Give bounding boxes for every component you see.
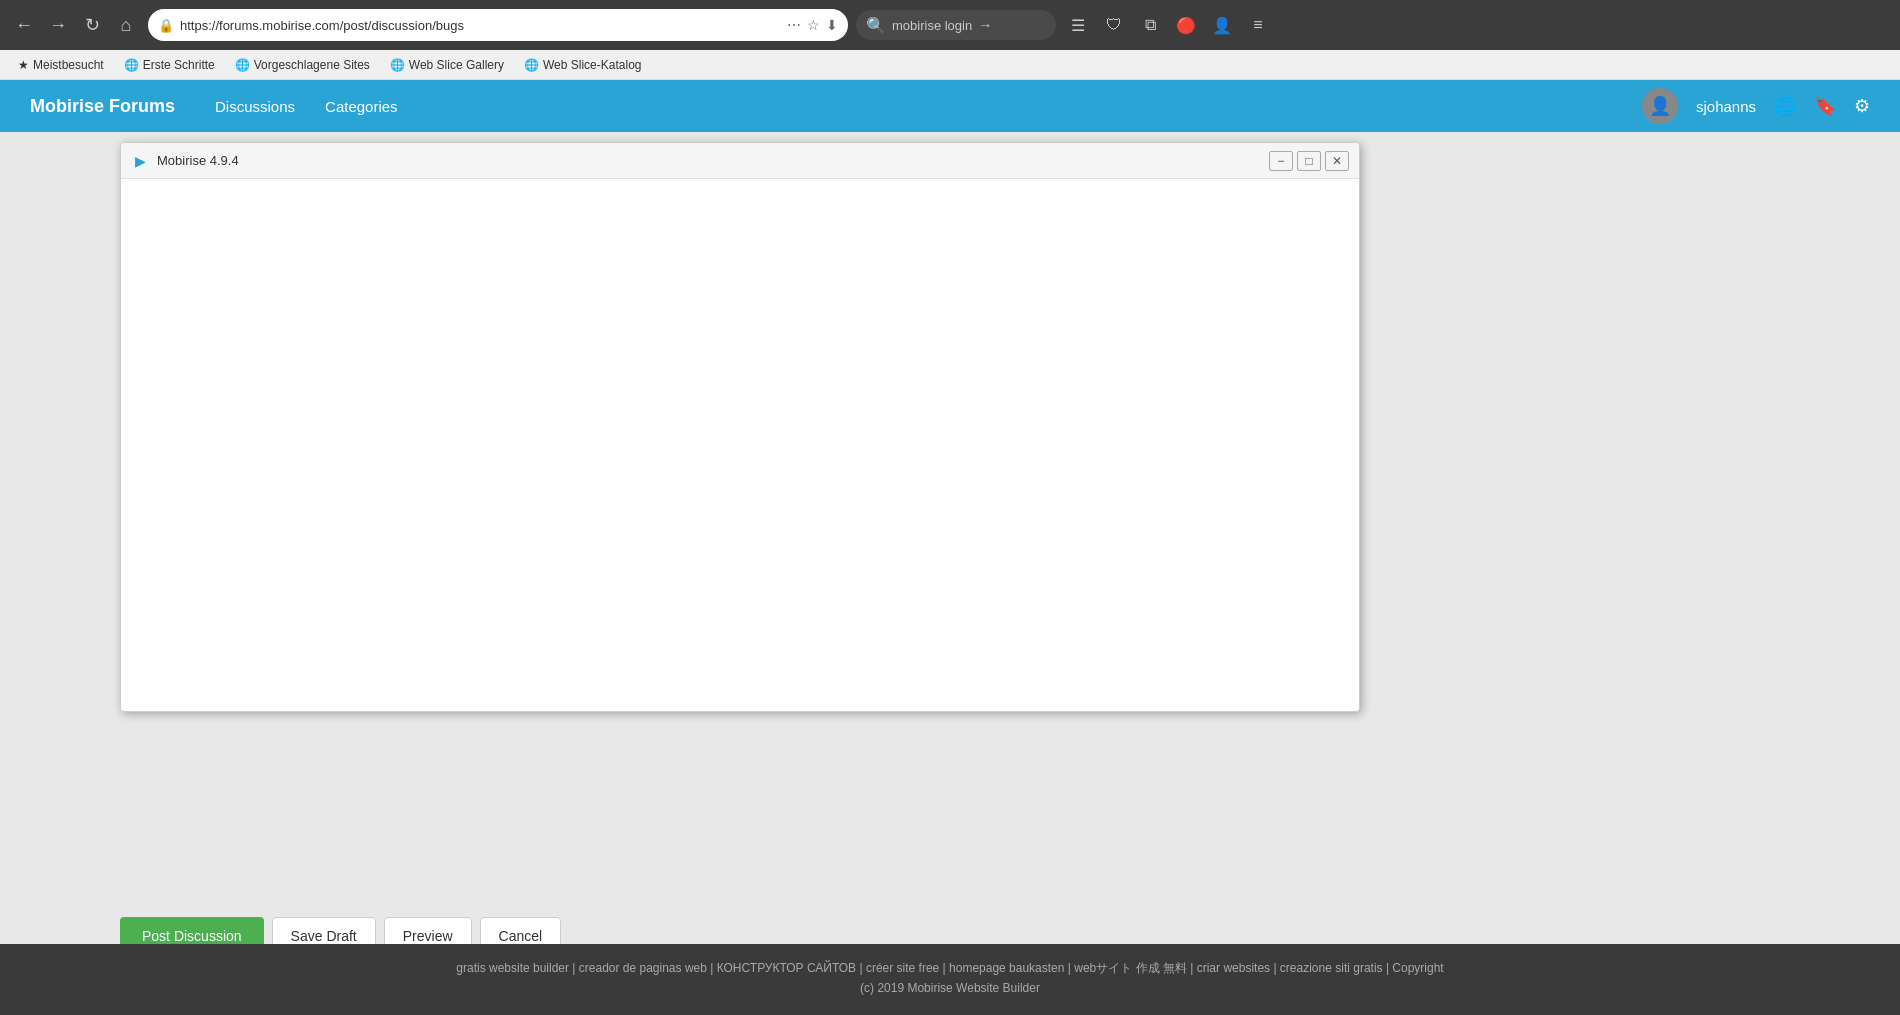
- menu-icon[interactable]: ≡: [1244, 11, 1272, 39]
- globe-icon: 🌐: [390, 58, 405, 72]
- bookmark-label: Vorgeschlagene Sites: [254, 58, 370, 72]
- bookmark-nav-icon[interactable]: 🔖: [1814, 95, 1836, 117]
- nav-buttons: ← → ↻ ⌂: [10, 11, 140, 39]
- bookmark-star-icon[interactable]: ☆: [807, 17, 820, 33]
- bookmark-web-slice-katalog[interactable]: 🌐 Web Slice-Katalog: [516, 56, 650, 74]
- avatar[interactable]: 👤: [1642, 88, 1678, 124]
- browser-actions: ☰ 🛡 ⧉ 🔴 👤 ≡: [1064, 11, 1272, 39]
- dialog-controls: − □ ✕: [1269, 151, 1349, 171]
- forum-nav-links: Discussions Categories: [215, 98, 398, 115]
- settings-icon[interactable]: ⚙: [1854, 95, 1870, 117]
- bookmarks-bar: ★ Meistbesucht 🌐 Erste Schritte 🌐 Vorges…: [0, 50, 1900, 80]
- bookmark-label: Meistbesucht: [33, 58, 104, 72]
- globe-icon: 🌐: [235, 58, 250, 72]
- bookmark-web-slice-gallery[interactable]: 🌐 Web Slice Gallery: [382, 56, 512, 74]
- dialog-title: Mobirise 4.9.4: [157, 153, 1261, 168]
- forward-button[interactable]: →: [44, 11, 72, 39]
- globe-icon: 🌐: [524, 58, 539, 72]
- page-content: ▶ Mobirise 4.9.4 − □ ✕ Post Discussion S…: [0, 132, 1900, 1015]
- app-icon: ▶: [131, 152, 149, 170]
- more-icon[interactable]: ⋯: [787, 17, 801, 33]
- bookmark-meistbesucht[interactable]: ★ Meistbesucht: [10, 56, 112, 74]
- footer-line1: gratis website builder | creador de pagi…: [30, 960, 1870, 977]
- download-icon[interactable]: ⬇: [826, 17, 838, 33]
- search-icon: 🔍: [866, 16, 886, 35]
- forum-nav-right: 👤 sjohanns 🌐 🔖 ⚙: [1642, 88, 1870, 124]
- bookmark-vorgeschlagene[interactable]: 🌐 Vorgeschlagene Sites: [227, 56, 378, 74]
- maximize-button[interactable]: □: [1297, 151, 1321, 171]
- footer-line2: (c) 2019 Mobirise Website Builder: [30, 981, 1870, 995]
- lock-icon: 🔒: [158, 18, 174, 33]
- bookmark-label: Web Slice-Katalog: [543, 58, 642, 72]
- bookmark-label: Erste Schritte: [143, 58, 215, 72]
- star-icon: ★: [18, 58, 29, 72]
- browser-chrome: ← → ↻ ⌂ 🔒 https://forums.mobirise.com/po…: [0, 0, 1900, 50]
- footer: gratis website builder | creador de pagi…: [0, 944, 1900, 1015]
- close-button[interactable]: ✕: [1325, 151, 1349, 171]
- discussions-link[interactable]: Discussions: [215, 98, 295, 115]
- dialog-body: [121, 179, 1359, 711]
- dialog-titlebar: ▶ Mobirise 4.9.4 − □ ✕: [121, 143, 1359, 179]
- search-bar[interactable]: 🔍 mobirise login →: [856, 10, 1056, 40]
- globe-nav-icon[interactable]: 🌐: [1774, 95, 1796, 117]
- forum-nav: Mobirise Forums Discussions Categories 👤…: [0, 80, 1900, 132]
- forum-logo[interactable]: Mobirise Forums: [30, 96, 175, 117]
- tab-view-icon[interactable]: ⧉: [1136, 11, 1164, 39]
- bookmark-erste-schritte[interactable]: 🌐 Erste Schritte: [116, 56, 223, 74]
- minimize-button[interactable]: −: [1269, 151, 1293, 171]
- favorites-icon[interactable]: ☰: [1064, 11, 1092, 39]
- home-button[interactable]: ⌂: [112, 11, 140, 39]
- globe-icon: 🌐: [124, 58, 139, 72]
- search-text: mobirise login: [892, 18, 972, 33]
- address-icons: ⋯ ☆ ⬇: [787, 17, 838, 33]
- address-bar[interactable]: 🔒 https://forums.mobirise.com/post/discu…: [148, 9, 848, 41]
- categories-link[interactable]: Categories: [325, 98, 398, 115]
- refresh-button[interactable]: ↻: [78, 11, 106, 39]
- back-button[interactable]: ←: [10, 11, 38, 39]
- search-go-button[interactable]: →: [978, 17, 992, 33]
- browser-icon[interactable]: 🔴: [1172, 11, 1200, 39]
- profile-icon[interactable]: 👤: [1208, 11, 1236, 39]
- bookmark-label: Web Slice Gallery: [409, 58, 504, 72]
- dialog-window: ▶ Mobirise 4.9.4 − □ ✕: [120, 142, 1360, 712]
- shield-icon[interactable]: 🛡: [1100, 11, 1128, 39]
- username[interactable]: sjohanns: [1696, 98, 1756, 115]
- url-text: https://forums.mobirise.com/post/discuss…: [180, 18, 781, 33]
